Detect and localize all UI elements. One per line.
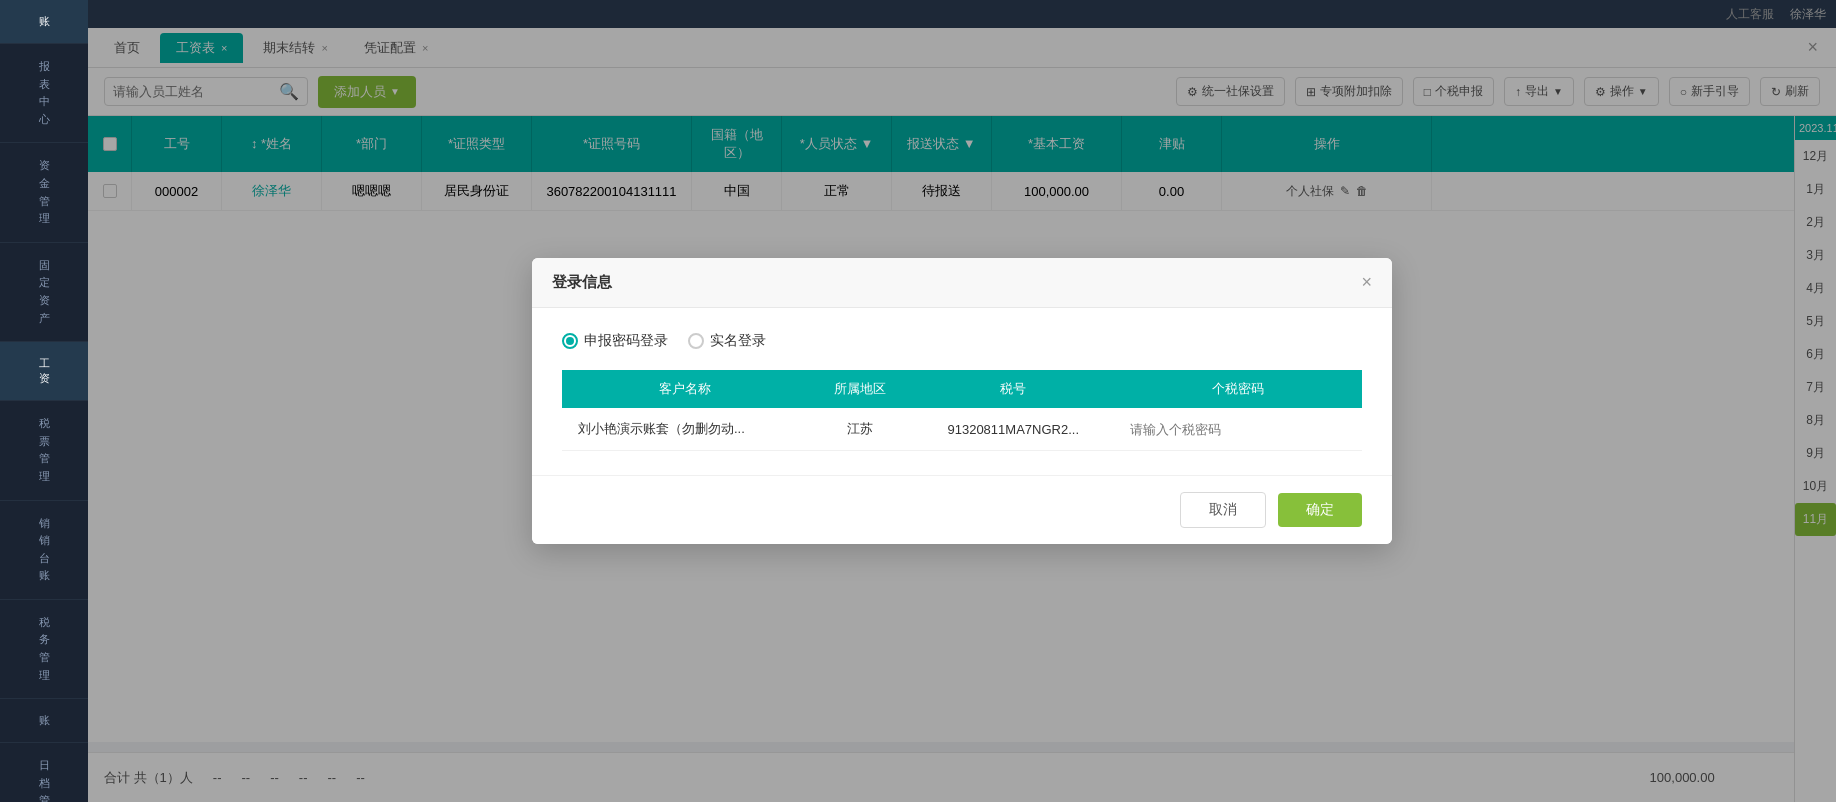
dialog-footer: 取消 确定 [532,475,1392,544]
confirm-button[interactable]: 确定 [1278,493,1362,527]
radio-realname-indicator [688,333,704,349]
login-info-table: 客户名称 所属地区 税号 个税密码 刘小艳演示账套（勿删勿动... 江苏 913… [562,370,1362,451]
login-info-dialog: 登录信息 × 申报密码登录 实名登录 客户名称 所属地区 [532,258,1392,544]
th-tax-password: 个税密码 [1114,370,1362,408]
sidebar-item-assets[interactable]: 固定资产 [0,243,88,342]
sidebar-item-salary[interactable]: 工资 [0,342,88,401]
th-client-name: 客户名称 [562,370,808,408]
dialog-close-button[interactable]: × [1361,272,1372,293]
sidebar-item-report[interactable]: 报表中心 [0,44,88,143]
sidebar: 账 报表中心 资金管理 固定资产 工资 税票管理 销销台账 税务管理 账 日档管… [0,0,88,802]
radio-password-indicator [562,333,578,349]
tax-id-cell: 91320811MA7NGR2... [912,408,1114,451]
sidebar-item-invoice[interactable]: 税票管理 [0,401,88,500]
dialog-header: 登录信息 × [532,258,1392,308]
sidebar-item-ledger[interactable]: 销销台账 [0,501,88,600]
tax-password-cell[interactable] [1114,408,1362,451]
region-cell: 江苏 [808,408,912,451]
login-info-row: 刘小艳演示账套（勿删勿动... 江苏 91320811MA7NGR2... [562,408,1362,451]
dialog-title: 登录信息 [552,273,612,292]
client-name-cell: 刘小艳演示账套（勿删勿动... [562,408,808,451]
sidebar-item-account[interactable]: 账 [0,0,88,44]
login-method-radio-group: 申报密码登录 实名登录 [562,332,1362,350]
radio-realname-login[interactable]: 实名登录 [688,332,766,350]
radio-password-login[interactable]: 申报密码登录 [562,332,668,350]
tax-password-input[interactable] [1130,422,1346,437]
cancel-button[interactable]: 取消 [1180,492,1266,528]
dialog-overlay: 登录信息 × 申报密码登录 实名登录 客户名称 所属地区 [88,0,1836,802]
th-tax-id: 税号 [912,370,1114,408]
sidebar-item-books[interactable]: 账 [0,699,88,743]
sidebar-item-funds[interactable]: 资金管理 [0,143,88,242]
sidebar-item-tax[interactable]: 税务管理 [0,600,88,699]
sidebar-item-archive[interactable]: 日档管理 [0,743,88,802]
th-region: 所属地区 [808,370,912,408]
dialog-body: 申报密码登录 实名登录 客户名称 所属地区 税号 个税密码 [532,308,1392,475]
